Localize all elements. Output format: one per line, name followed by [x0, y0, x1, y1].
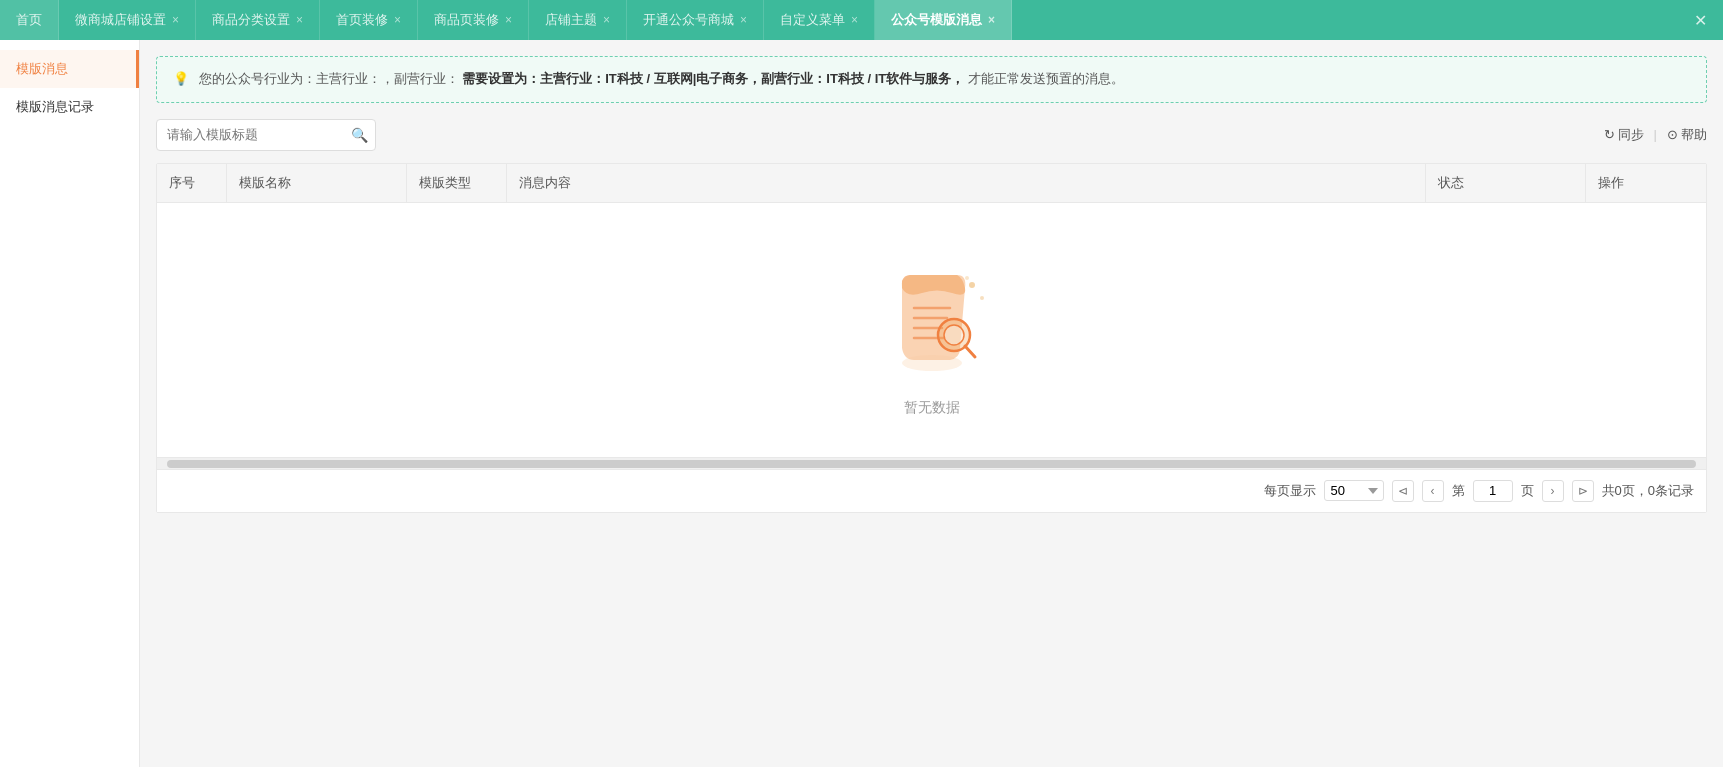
help-label: 帮助	[1681, 126, 1707, 144]
page-size-select[interactable]: 10 20 50 100	[1324, 480, 1384, 501]
tab-openstore-label: 开通公众号商城	[643, 11, 734, 29]
tab-weshop[interactable]: 微商城店铺设置 ×	[59, 0, 196, 40]
tab-home[interactable]: 首页	[0, 0, 59, 40]
col-header-name: 模版名称	[227, 164, 407, 202]
svg-line-7	[965, 346, 975, 357]
pagination: 每页显示 10 20 50 100 ⊲ ‹ 第 页 › ⊳ 共0页，0条记录	[157, 469, 1706, 512]
help-icon: ⊙	[1667, 127, 1678, 142]
sync-label: 同步	[1618, 126, 1644, 144]
tab-bar: 首页 微商城店铺设置 × 商品分类设置 × 首页装修 × 商品页装修 × 店铺主…	[0, 0, 1723, 40]
content-area: 💡 您的公众号行业为：主营行业：，副营行业： 需要设置为：主营行业：IT科技 /…	[140, 40, 1723, 767]
tab-theme-close[interactable]: ×	[603, 13, 610, 27]
tab-theme[interactable]: 店铺主题 ×	[529, 0, 627, 40]
col-header-status: 状态	[1426, 164, 1586, 202]
notice-text-after: 才能正常发送预置的消息。	[968, 71, 1124, 86]
last-page-button[interactable]: ⊳	[1572, 480, 1594, 502]
first-page-button[interactable]: ⊲	[1392, 480, 1414, 502]
sidebar-item-template-msg-label: 模版消息	[16, 61, 68, 76]
search-left: 🔍	[156, 119, 376, 151]
total-text: 共0页，0条记录	[1602, 482, 1694, 500]
tab-weshop-label: 微商城店铺设置	[75, 11, 166, 29]
page-label: 页	[1521, 482, 1534, 500]
svg-point-8	[969, 282, 975, 288]
horizontal-scrollbar[interactable]	[157, 457, 1706, 469]
empty-state: 暂无数据	[157, 203, 1706, 457]
sidebar-item-template-msg[interactable]: 模版消息	[0, 50, 139, 88]
col-header-index: 序号	[157, 164, 227, 202]
tab-theme-label: 店铺主题	[545, 11, 597, 29]
tab-custommenu-close[interactable]: ×	[851, 13, 858, 27]
scrollbar-thumb[interactable]	[167, 460, 1696, 468]
next-page-button[interactable]: ›	[1542, 480, 1564, 502]
tab-home-label: 首页	[16, 11, 42, 29]
tab-category-close[interactable]: ×	[296, 13, 303, 27]
help-button[interactable]: ⊙ 帮助	[1667, 126, 1707, 144]
search-right: ↻ 同步 | ⊙ 帮助	[1604, 126, 1707, 144]
tab-homepage-label: 首页装修	[336, 11, 388, 29]
page-prefix: 第	[1452, 482, 1465, 500]
tab-custommenu[interactable]: 自定义菜单 ×	[764, 0, 875, 40]
sidebar: 模版消息 模版消息记录	[0, 40, 140, 767]
notice-box: 💡 您的公众号行业为：主营行业：，副营行业： 需要设置为：主营行业：IT科技 /…	[156, 56, 1707, 103]
empty-text: 暂无数据	[904, 399, 960, 417]
svg-point-10	[965, 276, 969, 280]
main-layout: 模版消息 模版消息记录 💡 您的公众号行业为：主营行业：，副营行业： 需要设置为…	[0, 40, 1723, 767]
tab-homepage[interactable]: 首页装修 ×	[320, 0, 418, 40]
sync-button[interactable]: ↻ 同步	[1604, 126, 1644, 144]
sync-icon: ↻	[1604, 127, 1615, 142]
search-icon[interactable]: 🔍	[351, 127, 368, 143]
sidebar-item-template-msg-record-label: 模版消息记录	[16, 99, 94, 114]
search-bar: 🔍 ↻ 同步 | ⊙ 帮助	[156, 119, 1707, 151]
tab-productpage-close[interactable]: ×	[505, 13, 512, 27]
tab-bar-close-all[interactable]: ✕	[1678, 11, 1723, 30]
tab-templatemsg-close[interactable]: ×	[988, 13, 995, 27]
search-input-wrap: 🔍	[156, 119, 376, 151]
tab-productpage[interactable]: 商品页装修 ×	[418, 0, 529, 40]
tab-category[interactable]: 商品分类设置 ×	[196, 0, 320, 40]
col-header-content: 消息内容	[507, 164, 1426, 202]
svg-point-9	[980, 296, 984, 300]
tab-openstore[interactable]: 开通公众号商城 ×	[627, 0, 764, 40]
tab-weshop-close[interactable]: ×	[172, 13, 179, 27]
svg-point-6	[944, 325, 964, 345]
empty-icon	[872, 263, 992, 383]
col-header-action: 操作	[1586, 164, 1706, 202]
current-page-input[interactable]	[1473, 480, 1513, 502]
prev-page-button[interactable]: ‹	[1422, 480, 1444, 502]
tab-category-label: 商品分类设置	[212, 11, 290, 29]
divider: |	[1654, 127, 1657, 142]
table-header: 序号 模版名称 模版类型 消息内容 状态 操作	[157, 164, 1706, 203]
sidebar-item-template-msg-record[interactable]: 模版消息记录	[0, 88, 139, 126]
tab-productpage-label: 商品页装修	[434, 11, 499, 29]
notice-icon: 💡	[173, 71, 189, 86]
search-input[interactable]	[156, 119, 376, 151]
tab-openstore-close[interactable]: ×	[740, 13, 747, 27]
notice-highlight: 需要设置为：主营行业：IT科技 / 互联网|电子商务，副营行业：IT科技 / I…	[462, 71, 964, 86]
page-size-label: 每页显示	[1264, 482, 1316, 500]
tab-templatemsg-label: 公众号模版消息	[891, 11, 982, 29]
tab-custommenu-label: 自定义菜单	[780, 11, 845, 29]
col-header-type: 模版类型	[407, 164, 507, 202]
tab-homepage-close[interactable]: ×	[394, 13, 401, 27]
table-container: 序号 模版名称 模版类型 消息内容 状态 操作	[156, 163, 1707, 513]
notice-text-before: 您的公众号行业为：主营行业：，副营行业：	[199, 71, 459, 86]
tab-templatemsg[interactable]: 公众号模版消息 ×	[875, 0, 1012, 40]
